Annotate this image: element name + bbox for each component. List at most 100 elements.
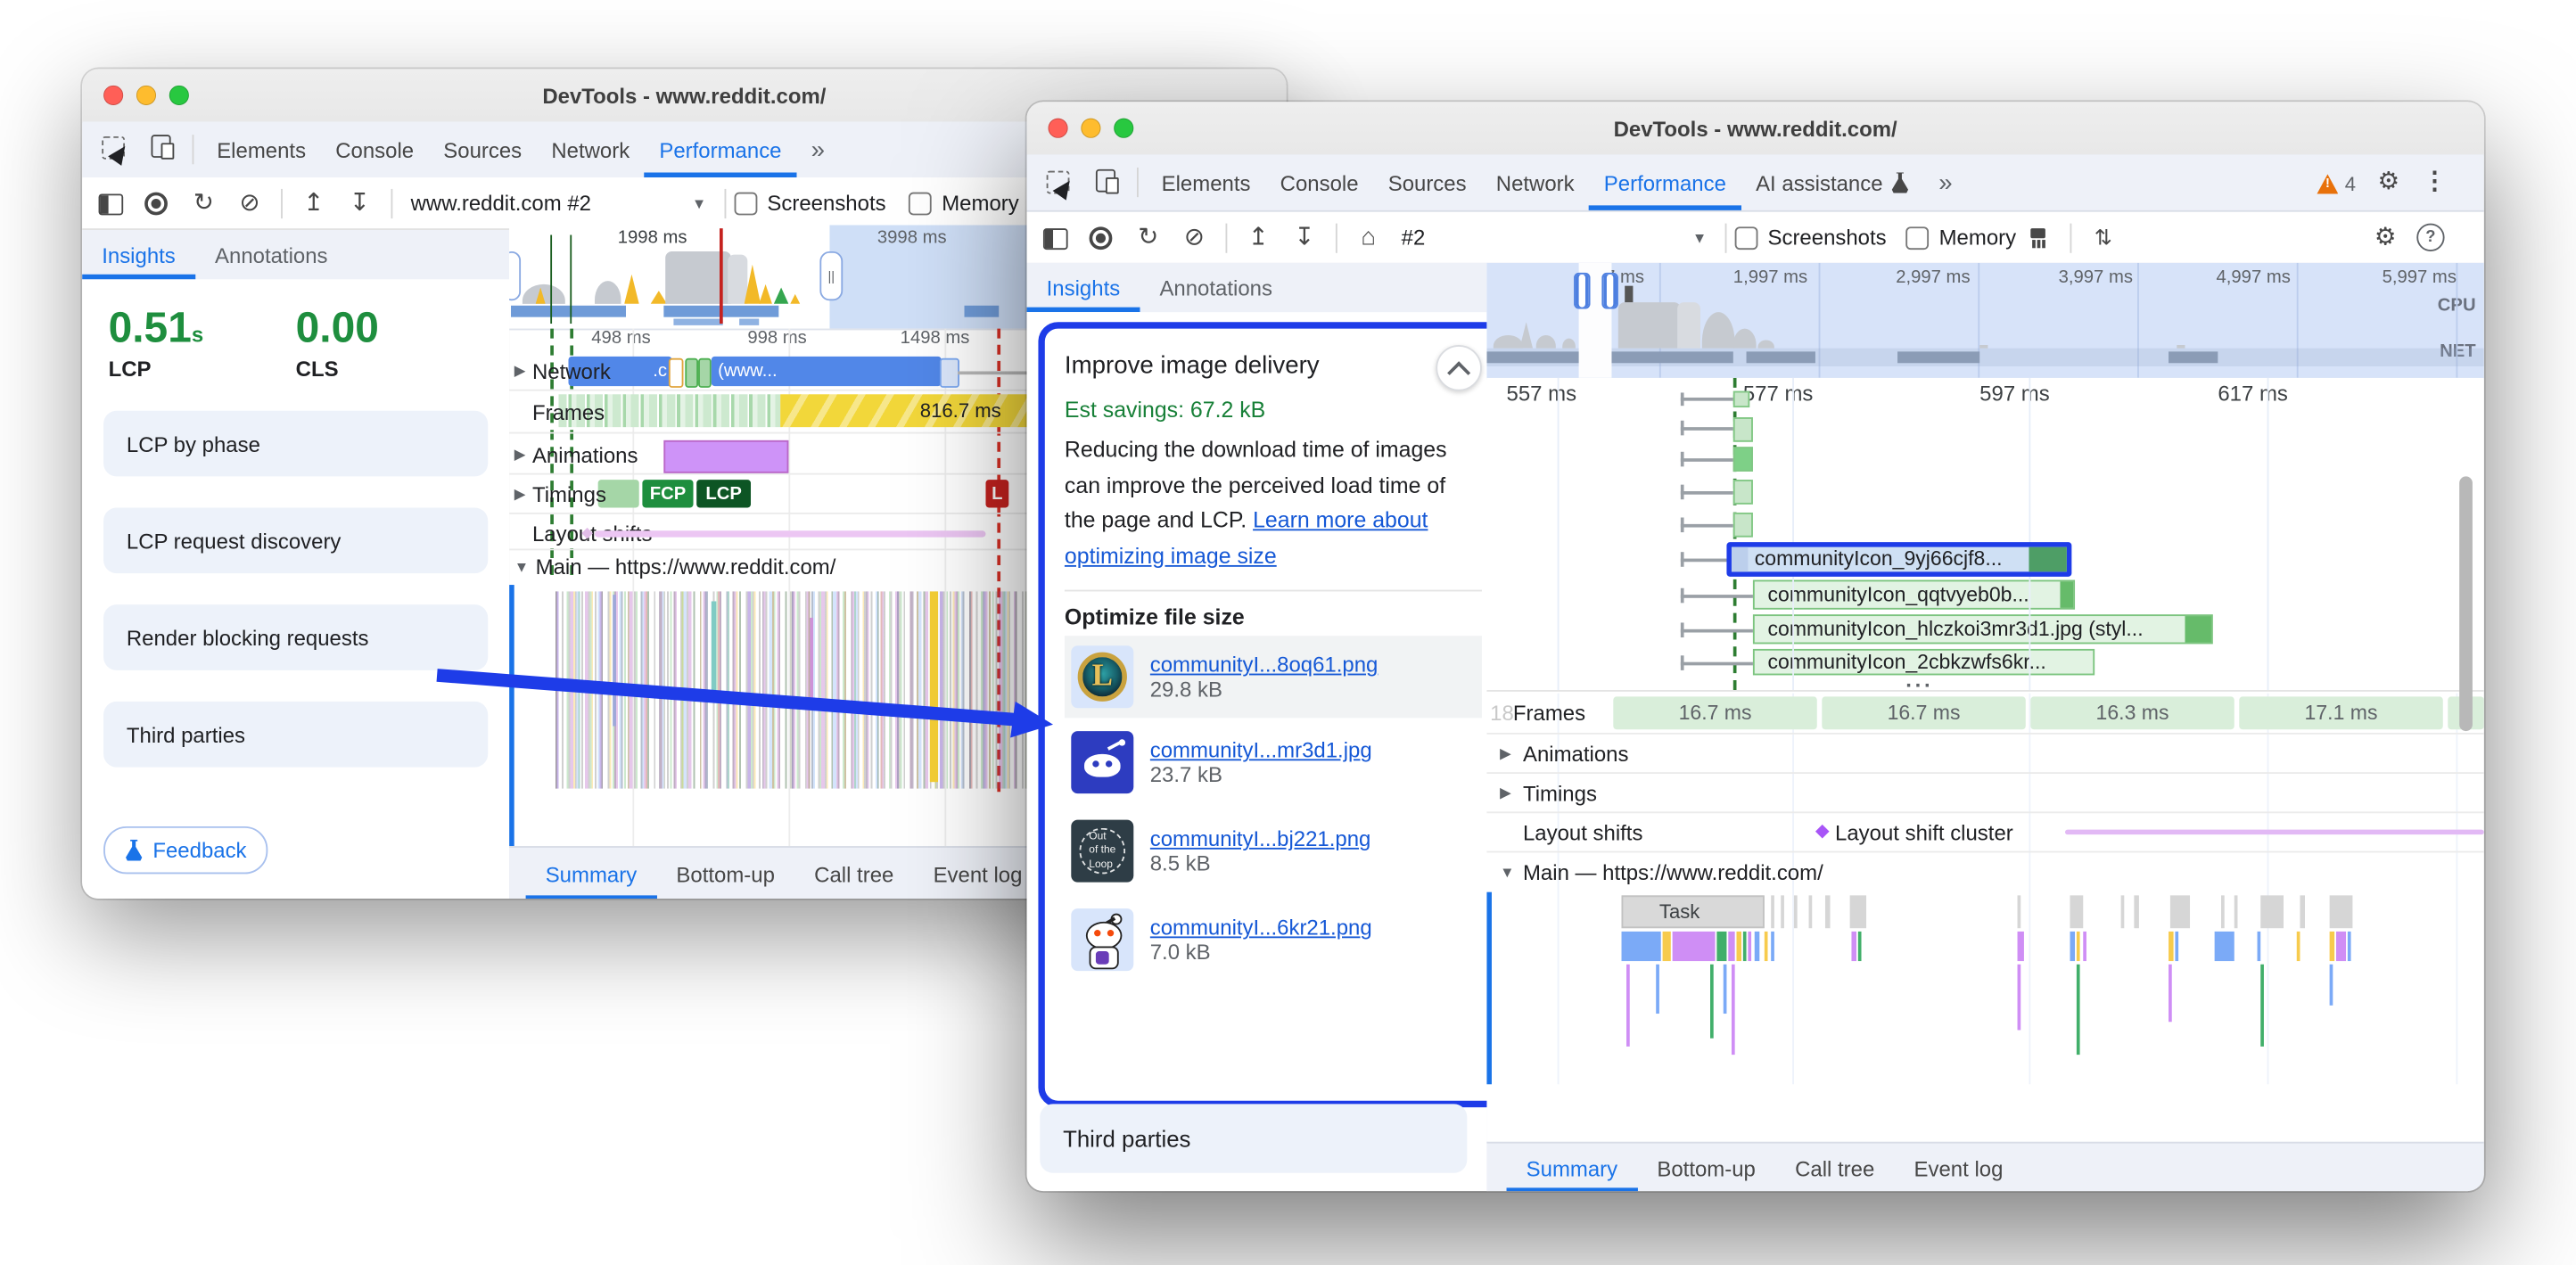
insight-card-third-parties[interactable]: Third parties: [103, 701, 489, 768]
file-link[interactable]: communityI...mr3d1.jpg: [1150, 738, 1372, 763]
settings-gear-icon[interactable]: ⚙: [2373, 224, 2399, 251]
frame-bar[interactable]: 16.7 ms: [1822, 696, 2026, 730]
memory-checkbox[interactable]: Memory: [909, 191, 1019, 215]
tab-sources[interactable]: Sources: [429, 121, 537, 177]
scrollbar-thumb[interactable]: [2459, 476, 2473, 732]
tab-performance[interactable]: Performance: [645, 121, 796, 177]
tab-elements[interactable]: Elements: [1147, 154, 1265, 210]
request-bar[interactable]: communityIcon_hlczkoi3mr3d1.jpg (styl...: [1752, 614, 2213, 645]
track-layout-shifts[interactable]: Layout shifts ◆ Layout shift cluster: [1486, 815, 2484, 853]
settings-gear-icon[interactable]: ⚙: [2375, 168, 2401, 195]
history-select[interactable]: #2 ▼: [1392, 225, 1717, 250]
checkbox-icon[interactable]: [909, 191, 933, 215]
reload-record-icon[interactable]: ↻: [191, 189, 217, 216]
tab-annotations[interactable]: Annotations: [195, 230, 348, 279]
tab-event-log[interactable]: Event log: [1894, 1144, 2022, 1191]
device-toolbar-icon[interactable]: [1092, 168, 1119, 195]
disclosure-icon[interactable]: ▶: [1500, 744, 1511, 762]
inspect-icon[interactable]: [102, 135, 128, 160]
tab-event-log[interactable]: Event log: [913, 848, 1041, 899]
checkbox-icon[interactable]: [1734, 226, 1758, 250]
clear-icon[interactable]: ⊘: [236, 189, 262, 216]
minimap-drag-handle[interactable]: [509, 251, 522, 301]
screenshots-checkbox[interactable]: Screenshots: [1734, 225, 1887, 250]
disclosure-icon[interactable]: ▶: [1500, 784, 1511, 801]
disclosure-icon[interactable]: ▶: [514, 486, 526, 504]
tab-bottom-up[interactable]: Bottom-up: [1637, 1144, 1775, 1191]
minimap-drag-handle[interactable]: [1601, 272, 1618, 309]
tab-network[interactable]: Network: [537, 121, 645, 177]
track-animations[interactable]: ▶ Animations: [1486, 735, 2484, 774]
more-tabs-icon[interactable]: »: [1924, 154, 1968, 210]
overflow-ellipsis[interactable]: ...: [1905, 667, 1933, 690]
clear-icon[interactable]: ⊘: [1181, 224, 1207, 251]
checkbox-icon[interactable]: [734, 191, 758, 215]
collapse-t racks-icon[interactable]: ⇅: [2090, 225, 2116, 251]
tab-summary[interactable]: Summary: [1507, 1144, 1638, 1191]
toggle-sidebar-icon[interactable]: [1042, 225, 1069, 251]
tab-network[interactable]: Network: [1481, 154, 1589, 210]
tab-ai-assistance[interactable]: AI assistance: [1741, 154, 1924, 210]
file-row[interactable]: communityI...6kr21.png 7.0 kB: [1065, 896, 1482, 985]
more-tabs-icon[interactable]: »: [796, 121, 840, 177]
tab-performance[interactable]: Performance: [1589, 154, 1741, 210]
download-profile-icon[interactable]: ↧: [1291, 224, 1317, 251]
lcp-marker[interactable]: LCP: [696, 480, 752, 508]
track-frames[interactable]: 18 Frames 16.7 ms 16.7 ms 16.3 ms 17.1 m…: [1486, 694, 2484, 735]
tab-console[interactable]: Console: [1265, 154, 1373, 210]
frame-bar[interactable]: 16.7 ms: [1613, 696, 1817, 730]
frame-bar[interactable]: 16.3 ms: [2030, 696, 2234, 730]
tab-bottom-up[interactable]: Bottom-up: [656, 848, 794, 899]
file-row[interactable]: communityI...mr3d1.jpg 23.7 kB: [1065, 719, 1482, 808]
tab-insights[interactable]: Insights: [82, 230, 195, 279]
home-icon[interactable]: ⌂: [1355, 224, 1381, 251]
animation-bar[interactable]: [663, 439, 789, 473]
toggle-sidebar-icon[interactable]: [98, 190, 125, 216]
main-flame-chart[interactable]: Task: [1486, 891, 2483, 1085]
tab-call-tree[interactable]: Call tree: [794, 848, 913, 899]
request-bar[interactable]: communityIcon_qqtvyeb0b...: [1752, 579, 2076, 610]
tab-insights[interactable]: Insights: [1027, 263, 1140, 312]
upload-profile-icon[interactable]: ↥: [300, 189, 326, 216]
disclosure-icon[interactable]: ▶: [514, 446, 526, 464]
tab-console[interactable]: Console: [321, 121, 429, 177]
improve-image-delivery-card[interactable]: Improve image delivery Est savings: 67.2…: [1038, 322, 1509, 1108]
titlebar[interactable]: DevTools - www.reddit.com/: [1026, 102, 2484, 157]
kebab-menu-icon[interactable]: ⋮: [2422, 168, 2448, 195]
record-icon[interactable]: [144, 190, 170, 216]
issues-counter[interactable]: 4: [2317, 173, 2356, 195]
track-timings[interactable]: ▶ Timings: [1486, 774, 2484, 814]
device-toolbar-icon[interactable]: [148, 135, 175, 160]
tab-summary[interactable]: Summary: [526, 848, 657, 899]
network-request-bar[interactable]: (www...: [711, 356, 942, 387]
tab-sources[interactable]: Sources: [1373, 154, 1481, 210]
tab-annotations[interactable]: Annotations: [1140, 263, 1292, 312]
file-link[interactable]: communityI...6kr21.png: [1150, 916, 1372, 941]
download-profile-icon[interactable]: ↧: [347, 189, 373, 216]
network-request-bar[interactable]: [698, 357, 712, 388]
tab-call-tree[interactable]: Call tree: [1775, 1144, 1894, 1191]
feedback-button[interactable]: Feedback: [103, 826, 268, 875]
record-icon[interactable]: [1089, 225, 1115, 251]
insight-card-lcp-by-phase[interactable]: LCP by phase: [103, 410, 489, 477]
file-link[interactable]: communityI...8oq61.png: [1150, 653, 1379, 678]
minimap-drag-handle[interactable]: ||: [819, 251, 844, 301]
network-request-bar[interactable]: [939, 357, 960, 388]
l-marker[interactable]: L: [985, 480, 1009, 508]
inspect-icon[interactable]: [1046, 169, 1073, 195]
help-icon[interactable]: ?: [2416, 223, 2445, 251]
insight-card-lcp-request-discovery[interactable]: LCP request discovery: [103, 507, 489, 574]
timeline-minimap[interactable]: 7 ms 1,997 ms 2,997 ms 3,997 ms 4,997 ms…: [1486, 262, 2484, 380]
task-bar[interactable]: Task: [1621, 895, 1765, 929]
insight-card-render-blocking[interactable]: Render blocking requests: [103, 604, 489, 670]
disclosure-icon[interactable]: ▶: [514, 362, 526, 380]
disclosure-icon[interactable]: ▼: [514, 559, 529, 575]
network-request-bar[interactable]: [685, 357, 699, 388]
reload-record-icon[interactable]: ↻: [1135, 224, 1161, 251]
frame-bar[interactable]: 17.1 ms: [2239, 696, 2443, 730]
fcp-marker[interactable]: FCP: [642, 480, 694, 508]
file-row[interactable]: L communityI...8oq61.png 29.8 kB: [1064, 636, 1482, 719]
tab-elements[interactable]: Elements: [202, 121, 321, 177]
request-bar-highlighted[interactable]: communityIcon_9yj66cjf8...: [1726, 542, 2072, 577]
gc-brush-icon[interactable]: [2026, 225, 2052, 251]
